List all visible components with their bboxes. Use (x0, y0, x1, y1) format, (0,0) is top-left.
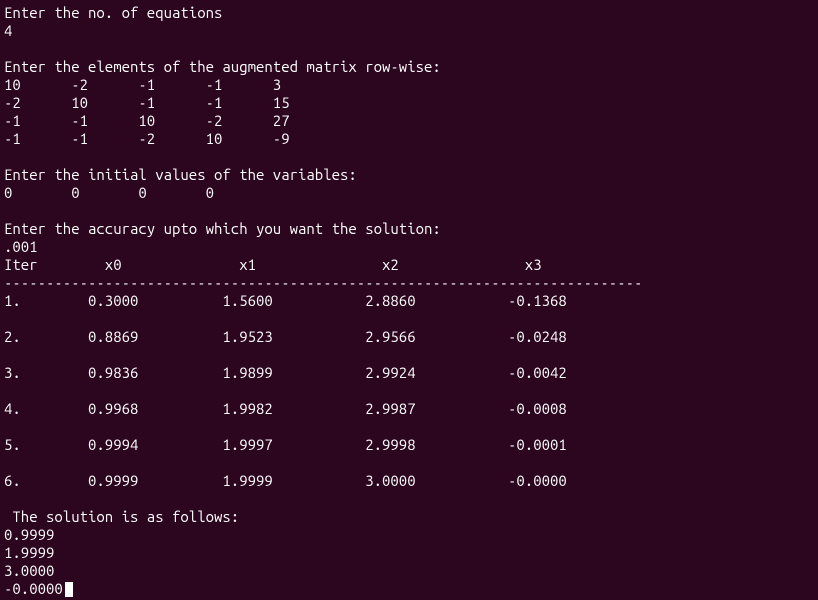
prompt-solution: The solution is as follows: (4, 508, 814, 526)
table-row: 4. 0.9968 1.9982 2.9987 -0.0008 (4, 400, 814, 418)
terminal-output: Enter the no. of equations 4 Enter the e… (4, 4, 814, 598)
table-row: 2. 0.8869 1.9523 2.9566 -0.0248 (4, 328, 814, 346)
blank-line (4, 454, 814, 472)
solution-value-with-cursor: -0.0000 (4, 580, 814, 598)
matrix-row-3: -1 -1 -2 10 -9 (4, 130, 814, 148)
prompt-num-equations: Enter the no. of equations (4, 4, 814, 22)
table-row: 5. 0.9994 1.9997 2.9998 -0.0001 (4, 436, 814, 454)
blank-line (4, 346, 814, 364)
table-row: 3. 0.9836 1.9899 2.9924 -0.0042 (4, 364, 814, 382)
prompt-initial-values: Enter the initial values of the variable… (4, 166, 814, 184)
solution-value: -0.0000 (4, 580, 63, 597)
matrix-row-0: 10 -2 -1 -1 3 (4, 76, 814, 94)
blank-line (4, 202, 814, 220)
matrix-row-2: -1 -1 10 -2 27 (4, 112, 814, 130)
table-header: Iter x0 x1 x2 x3 (4, 256, 814, 274)
input-initial-values: 0 0 0 0 (4, 184, 814, 202)
blank-line (4, 490, 814, 508)
table-separator: ----------------------------------------… (4, 274, 814, 292)
blank-line (4, 418, 814, 436)
table-row: 1. 0.3000 1.5600 2.8860 -0.1368 (4, 292, 814, 310)
solution-value: 0.9999 (4, 526, 814, 544)
input-accuracy: .001 (4, 238, 814, 256)
solution-value: 1.9999 (4, 544, 814, 562)
matrix-row-1: -2 10 -1 -1 15 (4, 94, 814, 112)
blank-line (4, 40, 814, 58)
input-num-equations: 4 (4, 22, 814, 40)
prompt-accuracy: Enter the accuracy upto which you want t… (4, 220, 814, 238)
blank-line (4, 382, 814, 400)
blank-line (4, 148, 814, 166)
prompt-matrix: Enter the elements of the augmented matr… (4, 58, 814, 76)
terminal-cursor[interactable] (65, 582, 73, 597)
solution-value: 3.0000 (4, 562, 814, 580)
blank-line (4, 310, 814, 328)
table-row: 6. 0.9999 1.9999 3.0000 -0.0000 (4, 472, 814, 490)
